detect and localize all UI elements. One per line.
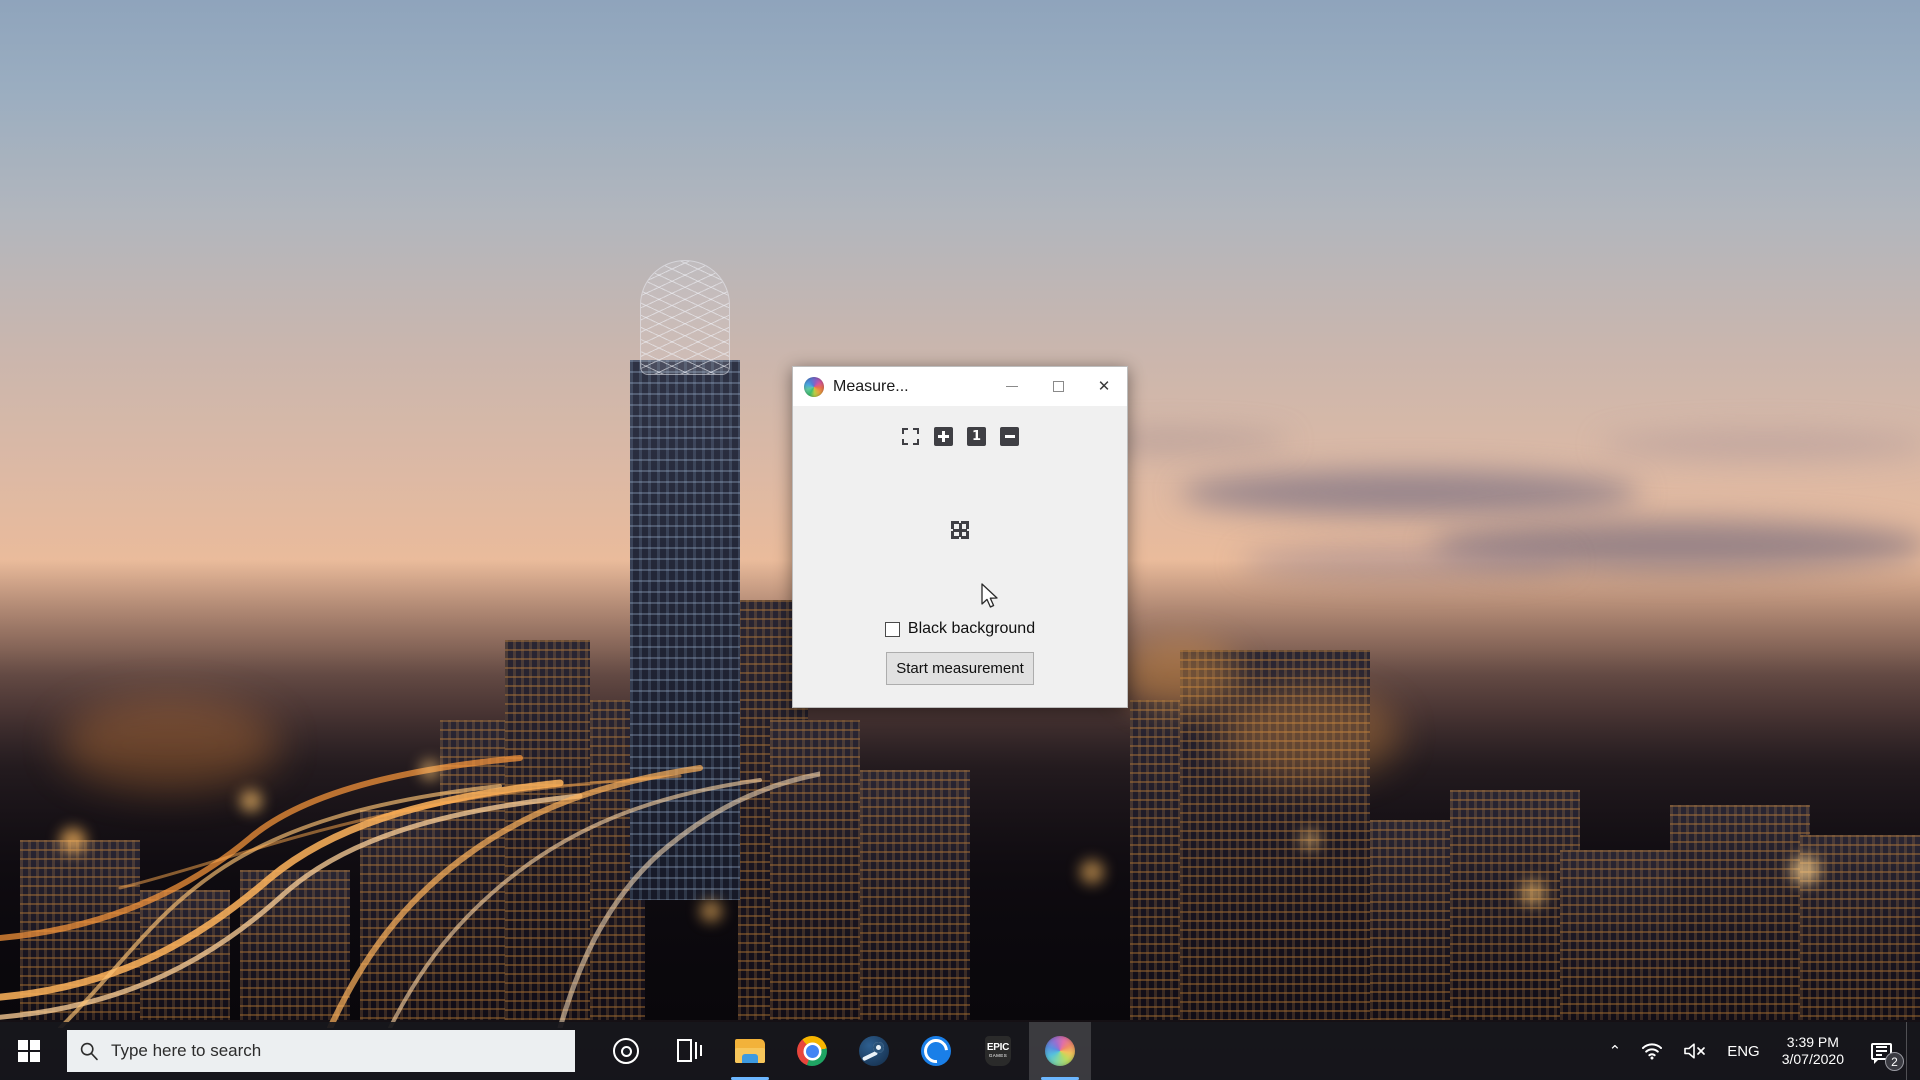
window-title: Measure...	[833, 377, 909, 395]
taskbar-item-task-view[interactable]	[657, 1022, 719, 1080]
cloud	[1180, 470, 1640, 516]
clock[interactable]: 3:39 PM 3/07/2020	[1770, 1022, 1856, 1080]
window-titlebar[interactable]: Measure... ✕	[793, 367, 1127, 407]
one-icon: 1	[971, 429, 982, 444]
building	[860, 770, 970, 1020]
building	[1560, 850, 1670, 1020]
volume-button[interactable]	[1673, 1022, 1717, 1080]
window-toolbar: 1	[793, 407, 1127, 446]
taskbar: Type here to search EPIC GAMES ⌃ ENG 3:3…	[0, 1022, 1920, 1080]
network-button[interactable]	[1631, 1022, 1673, 1080]
start-button[interactable]	[0, 1022, 58, 1080]
rainbow-circle-icon	[1045, 1036, 1075, 1066]
rainbow-circle-icon	[804, 376, 824, 397]
maximize-button[interactable]	[1035, 367, 1081, 406]
minimize-icon	[1006, 386, 1018, 387]
language-indicator: ENG	[1727, 1042, 1760, 1060]
start-measurement-button[interactable]: Start measurement	[886, 652, 1034, 685]
plus-icon	[938, 431, 949, 442]
file-explorer-icon	[735, 1039, 765, 1063]
cloud	[1600, 430, 1920, 460]
collapse-inward-icon[interactable]	[950, 520, 970, 540]
measure-window[interactable]: Measure... ✕ 1 Black background Start me…	[792, 366, 1128, 708]
close-icon: ✕	[1097, 378, 1111, 395]
taskbar-item-measure-app[interactable]	[1029, 1022, 1091, 1080]
maximize-icon	[1052, 381, 1064, 392]
building	[1800, 835, 1920, 1020]
close-button[interactable]: ✕	[1081, 367, 1127, 406]
window-controls: ✕	[989, 367, 1127, 406]
chevron-up-icon: ⌃	[1608, 1041, 1622, 1060]
building	[1180, 650, 1370, 1020]
black-background-row: Black background	[793, 620, 1127, 638]
volume-muted-icon	[1684, 1043, 1706, 1059]
taskbar-app-list: EPIC GAMES	[595, 1022, 1091, 1080]
show-hidden-icons-button[interactable]: ⌃	[1599, 1022, 1632, 1080]
taskbar-item-cortana[interactable]	[595, 1022, 657, 1080]
task-view-icon	[673, 1039, 703, 1063]
language-button[interactable]: ENG	[1717, 1022, 1770, 1080]
building	[1670, 805, 1810, 1020]
actual-size-button[interactable]: 1	[967, 427, 986, 446]
wifi-icon	[1642, 1043, 1663, 1060]
search-placeholder-text: Type here to search	[111, 1041, 262, 1060]
zoom-out-button[interactable]	[1000, 427, 1019, 446]
show-desktop-button[interactable]	[1906, 1022, 1914, 1080]
black-background-checkbox[interactable]	[884, 621, 900, 637]
zoom-in-button[interactable]	[934, 427, 953, 446]
desktop-screen: Measure... ✕ 1 Black background Start me…	[0, 0, 1920, 1080]
cortana-icon	[613, 1038, 639, 1064]
chrome-icon	[797, 1036, 827, 1066]
taskbar-item-ubisoft[interactable]	[905, 1022, 967, 1080]
measurement-canvas[interactable]	[793, 446, 1127, 620]
clock-time: 3:39 PM	[1786, 1033, 1839, 1050]
building	[1370, 820, 1450, 1020]
notification-count-badge: 2	[1885, 1052, 1904, 1071]
minimize-button[interactable]	[989, 367, 1035, 406]
taskbar-item-steam[interactable]	[843, 1022, 905, 1080]
search-icon	[67, 1041, 111, 1061]
taskbar-item-epic-games[interactable]: EPIC GAMES	[967, 1022, 1029, 1080]
fit-to-frame-button[interactable]	[901, 427, 920, 446]
taskbar-item-file-explorer[interactable]	[719, 1022, 781, 1080]
search-input[interactable]: Type here to search	[67, 1030, 575, 1072]
taskbar-item-chrome[interactable]	[781, 1022, 843, 1080]
windows-logo-icon	[18, 1040, 40, 1062]
ubisoft-icon	[921, 1036, 951, 1066]
highway-light-trails	[0, 755, 820, 1028]
minus-icon	[1004, 435, 1015, 438]
tower-crown	[640, 260, 730, 375]
start-button-row: Start measurement	[793, 652, 1127, 685]
black-background-label: Black background	[907, 620, 1036, 637]
crop-frame-icon	[902, 428, 919, 445]
system-tray: ⌃ ENG 3:39 PM 3/07/2020 2	[1599, 1022, 1920, 1080]
clock-date: 3/07/2020	[1781, 1051, 1844, 1067]
action-center-button[interactable]: 2	[1856, 1022, 1906, 1080]
steam-icon	[859, 1036, 889, 1066]
epic-games-icon: EPIC GAMES	[985, 1036, 1011, 1066]
